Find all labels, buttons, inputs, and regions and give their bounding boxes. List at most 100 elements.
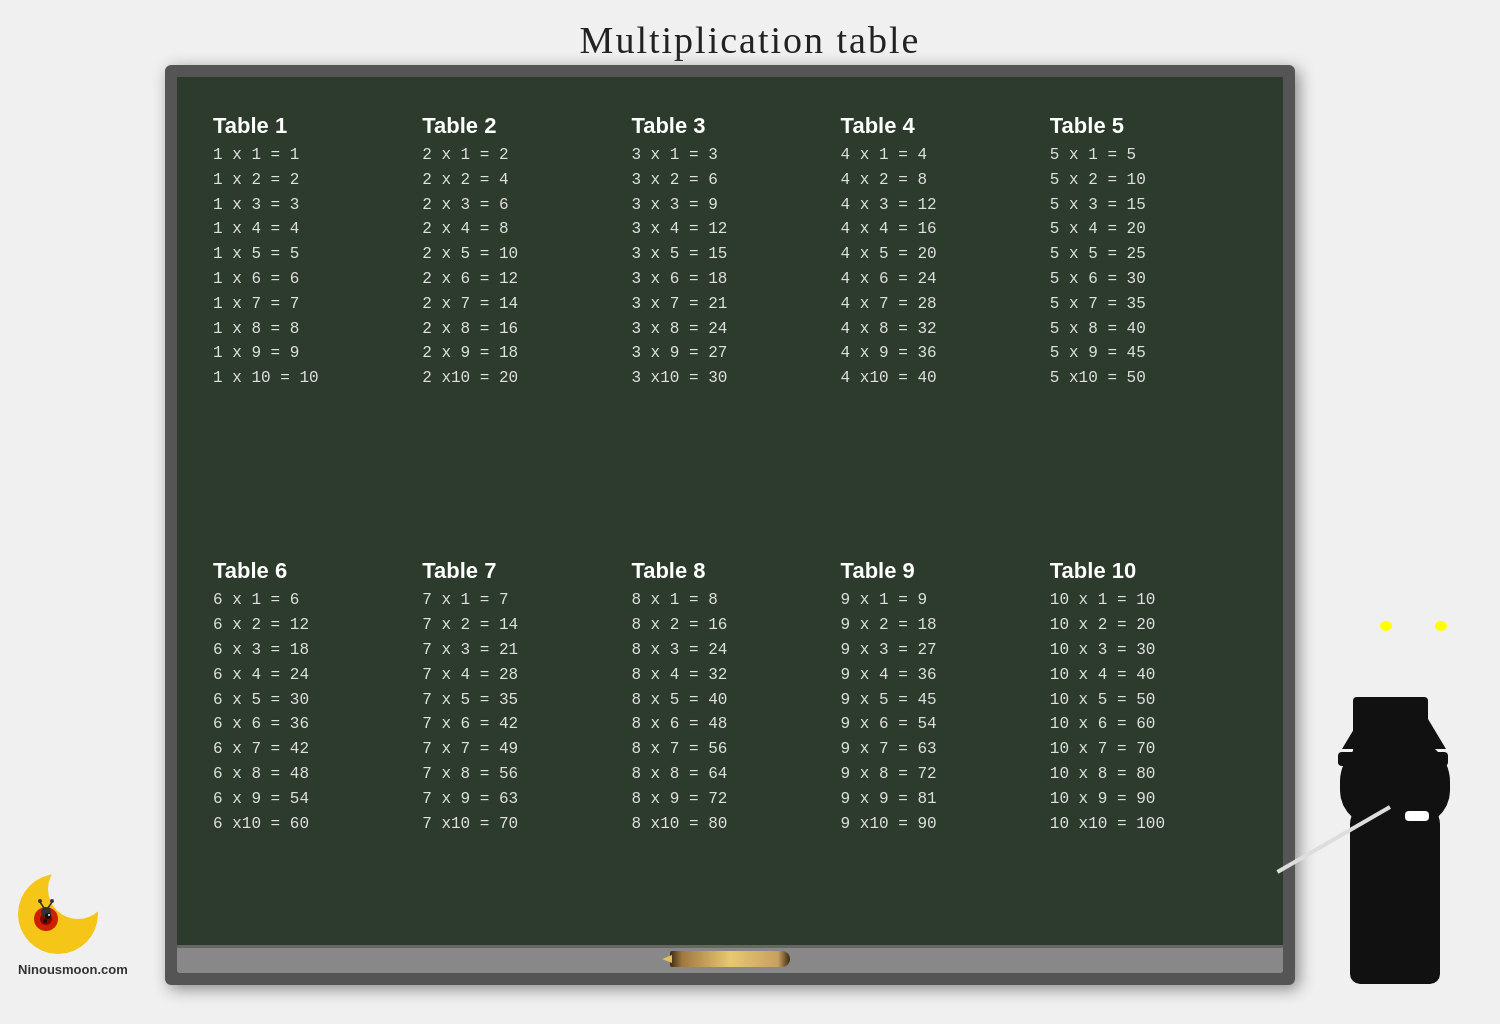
table-1-row-8: 1 x 8 = 8 xyxy=(213,317,410,342)
table-3-row-3: 3 x 3 = 9 xyxy=(631,193,828,218)
table-4-row-4: 4 x 4 = 16 xyxy=(841,217,1038,242)
table-3-row-4: 3 x 4 = 12 xyxy=(631,217,828,242)
table-9-row-10: 9 x10 = 90 xyxy=(841,812,1038,837)
table-7-row-10: 7 x10 = 70 xyxy=(422,812,619,837)
table-3-row-9: 3 x 9 = 27 xyxy=(631,341,828,366)
table-section-7: Table 77 x 1 = 77 x 2 = 147 x 3 = 217 x … xyxy=(416,550,625,903)
table-6-row-8: 6 x 8 = 48 xyxy=(213,762,410,787)
table-title-10: Table 10 xyxy=(1050,558,1247,584)
table-8-row-4: 8 x 4 = 32 xyxy=(631,663,828,688)
table-title-4: Table 4 xyxy=(841,113,1038,139)
table-4-row-8: 4 x 8 = 32 xyxy=(841,317,1038,342)
table-8-row-5: 8 x 5 = 40 xyxy=(631,688,828,713)
table-4-row-9: 4 x 9 = 36 xyxy=(841,341,1038,366)
page-title: Multiplication table xyxy=(0,18,1500,62)
table-1-row-7: 1 x 7 = 7 xyxy=(213,292,410,317)
table-2-row-8: 2 x 8 = 16 xyxy=(422,317,619,342)
cat-bow xyxy=(1405,811,1429,821)
table-3-row-10: 3 x10 = 30 xyxy=(631,366,828,391)
table-4-row-2: 4 x 2 = 8 xyxy=(841,168,1038,193)
table-7-row-5: 7 x 5 = 35 xyxy=(422,688,619,713)
table-section-5: Table 55 x 1 = 55 x 2 = 105 x 3 = 155 x … xyxy=(1044,105,1253,458)
table-8-row-7: 8 x 7 = 56 xyxy=(631,737,828,762)
blackboard: Table 11 x 1 = 11 x 2 = 21 x 3 = 31 x 4 … xyxy=(165,65,1295,985)
table-6-row-3: 6 x 3 = 18 xyxy=(213,638,410,663)
table-7-row-9: 7 x 9 = 63 xyxy=(422,787,619,812)
cat-eye-left xyxy=(1380,621,1392,631)
table-9-row-6: 9 x 6 = 54 xyxy=(841,712,1038,737)
table-1-row-4: 1 x 4 = 4 xyxy=(213,217,410,242)
svg-point-9 xyxy=(45,913,51,919)
table-7-row-6: 7 x 6 = 42 xyxy=(422,712,619,737)
table-title-2: Table 2 xyxy=(422,113,619,139)
table-9-row-9: 9 x 9 = 81 xyxy=(841,787,1038,812)
section-divider xyxy=(207,458,1253,488)
cat-illustration xyxy=(1320,724,1480,984)
table-2-row-6: 2 x 6 = 12 xyxy=(422,267,619,292)
svg-point-7 xyxy=(38,899,42,903)
table-10-row-3: 10 x 3 = 30 xyxy=(1050,638,1247,663)
table-5-row-5: 5 x 5 = 25 xyxy=(1050,242,1247,267)
table-10-row-6: 10 x 6 = 60 xyxy=(1050,712,1247,737)
table-title-8: Table 8 xyxy=(631,558,828,584)
table-3-row-1: 3 x 1 = 3 xyxy=(631,143,828,168)
table-5-row-7: 5 x 7 = 35 xyxy=(1050,292,1247,317)
table-7-row-1: 7 x 1 = 7 xyxy=(422,588,619,613)
table-1-row-6: 1 x 6 = 6 xyxy=(213,267,410,292)
table-8-row-1: 8 x 1 = 8 xyxy=(631,588,828,613)
table-title-7: Table 7 xyxy=(422,558,619,584)
table-title-6: Table 6 xyxy=(213,558,410,584)
table-4-row-3: 4 x 3 = 12 xyxy=(841,193,1038,218)
table-3-row-5: 3 x 5 = 15 xyxy=(631,242,828,267)
svg-point-11 xyxy=(43,919,47,923)
table-7-row-4: 7 x 4 = 28 xyxy=(422,663,619,688)
chalk-piece xyxy=(670,951,790,967)
table-title-5: Table 5 xyxy=(1050,113,1247,139)
table-9-row-8: 9 x 8 = 72 xyxy=(841,762,1038,787)
table-2-row-7: 2 x 7 = 14 xyxy=(422,292,619,317)
table-7-row-3: 7 x 3 = 21 xyxy=(422,638,619,663)
table-1-row-2: 1 x 2 = 2 xyxy=(213,168,410,193)
table-9-row-4: 9 x 4 = 36 xyxy=(841,663,1038,688)
table-5-row-10: 5 x10 = 50 xyxy=(1050,366,1247,391)
table-10-row-4: 10 x 4 = 40 xyxy=(1050,663,1247,688)
table-9-row-7: 9 x 7 = 63 xyxy=(841,737,1038,762)
table-2-row-4: 2 x 4 = 8 xyxy=(422,217,619,242)
table-10-row-5: 10 x 5 = 50 xyxy=(1050,688,1247,713)
table-10-row-1: 10 x 1 = 10 xyxy=(1050,588,1247,613)
table-6-row-10: 6 x10 = 60 xyxy=(213,812,410,837)
table-3-row-6: 3 x 6 = 18 xyxy=(631,267,828,292)
table-10-row-2: 10 x 2 = 20 xyxy=(1050,613,1247,638)
table-1-row-1: 1 x 1 = 1 xyxy=(213,143,410,168)
table-3-row-7: 3 x 7 = 21 xyxy=(631,292,828,317)
table-1-row-10: 1 x 10 = 10 xyxy=(213,366,410,391)
table-4-row-5: 4 x 5 = 20 xyxy=(841,242,1038,267)
table-4-row-6: 4 x 6 = 24 xyxy=(841,267,1038,292)
table-10-row-8: 10 x 8 = 80 xyxy=(1050,762,1247,787)
table-title-3: Table 3 xyxy=(631,113,828,139)
table-7-row-8: 7 x 8 = 56 xyxy=(422,762,619,787)
table-2-row-3: 2 x 3 = 6 xyxy=(422,193,619,218)
table-8-row-10: 8 x10 = 80 xyxy=(631,812,828,837)
table-2-row-10: 2 x10 = 20 xyxy=(422,366,619,391)
table-6-row-2: 6 x 2 = 12 xyxy=(213,613,410,638)
table-2-row-9: 2 x 9 = 18 xyxy=(422,341,619,366)
table-4-row-7: 4 x 7 = 28 xyxy=(841,292,1038,317)
cat-body xyxy=(1350,804,1440,984)
moon-icon xyxy=(18,864,108,954)
table-title-1: Table 1 xyxy=(213,113,410,139)
table-section-4: Table 44 x 1 = 44 x 2 = 84 x 3 = 124 x 4… xyxy=(835,105,1044,458)
table-5-row-8: 5 x 8 = 40 xyxy=(1050,317,1247,342)
table-2-row-5: 2 x 5 = 10 xyxy=(422,242,619,267)
table-section-1: Table 11 x 1 = 11 x 2 = 21 x 3 = 31 x 4 … xyxy=(207,105,416,458)
svg-point-8 xyxy=(50,899,54,903)
table-5-row-1: 5 x 1 = 5 xyxy=(1050,143,1247,168)
table-6-row-6: 6 x 6 = 36 xyxy=(213,712,410,737)
table-6-row-5: 6 x 5 = 30 xyxy=(213,688,410,713)
table-5-row-6: 5 x 6 = 30 xyxy=(1050,267,1247,292)
table-10-row-7: 10 x 7 = 70 xyxy=(1050,737,1247,762)
table-8-row-2: 8 x 2 = 16 xyxy=(631,613,828,638)
table-5-row-4: 5 x 4 = 20 xyxy=(1050,217,1247,242)
table-5-row-9: 5 x 9 = 45 xyxy=(1050,341,1247,366)
table-8-row-6: 8 x 6 = 48 xyxy=(631,712,828,737)
